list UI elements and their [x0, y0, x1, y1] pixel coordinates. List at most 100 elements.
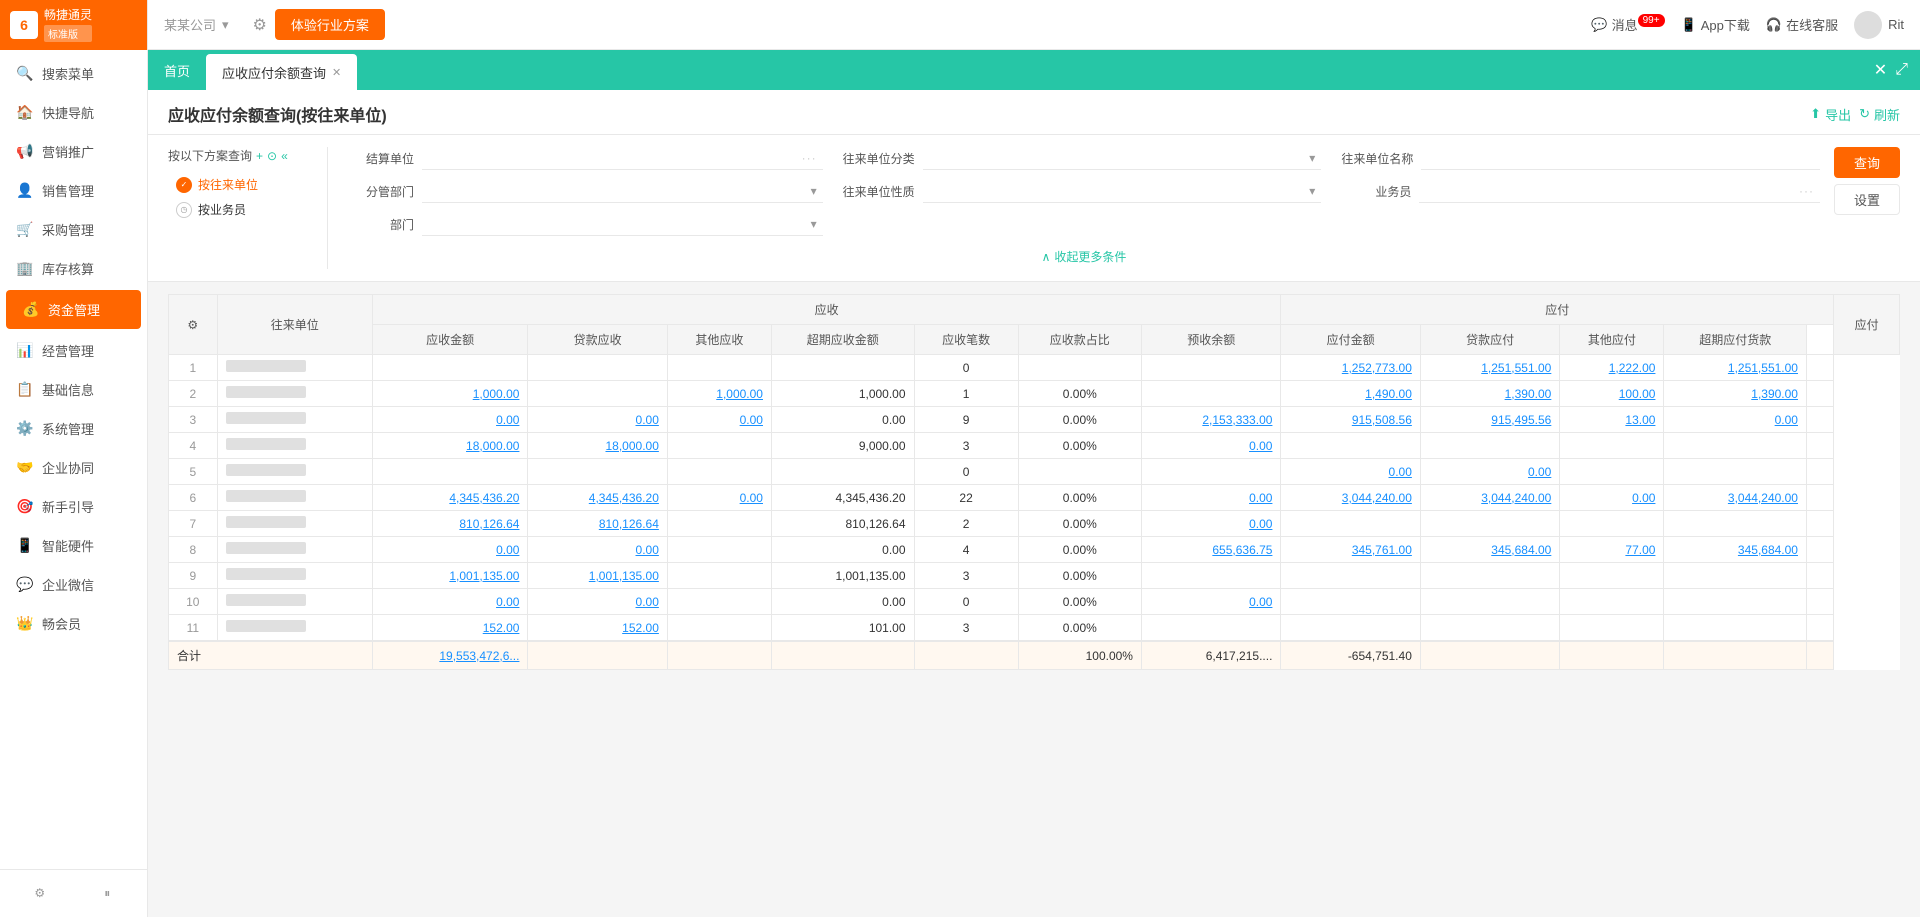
sidebar-item-basic-info[interactable]: 📋基础信息	[0, 370, 147, 409]
cell-link[interactable]: 77.00	[1560, 537, 1664, 563]
sidebar-item-system[interactable]: ⚙️系统管理	[0, 409, 147, 448]
sidebar-item-search-menu[interactable]: 🔍搜索菜单	[0, 54, 147, 93]
cell-link[interactable]: 0.00	[372, 537, 527, 563]
sidebar-item-operations[interactable]: 📊经营管理	[0, 331, 147, 370]
cell-link[interactable]: 1,001,135.00	[528, 563, 667, 589]
sidebar-collapse-btn[interactable]: ⏸	[78, 880, 138, 907]
cell-link[interactable]: 1,251,551.00	[1664, 355, 1807, 381]
scheme-collapse-icon[interactable]: «	[281, 149, 288, 163]
cell-link[interactable]: 345,684.00	[1420, 537, 1559, 563]
sidebar-settings-btn[interactable]: ⚙	[10, 880, 70, 907]
cell-link[interactable]: 1,222.00	[1560, 355, 1664, 381]
cell-link[interactable]: 3,044,240.00	[1664, 485, 1807, 511]
cell-link[interactable]: 1,000.00	[372, 381, 527, 407]
tab-home[interactable]: 首页	[148, 50, 206, 90]
salesman-input[interactable]: ···	[1419, 180, 1820, 203]
cell-link[interactable]: 1,001,135.00	[372, 563, 527, 589]
sidebar-item-member[interactable]: 👑畅会员	[0, 604, 147, 643]
settlement-unit-input[interactable]: ···	[422, 147, 823, 170]
col-group-receivable: 应收	[372, 295, 1280, 325]
cell-ar-ratio: 0.00%	[1018, 433, 1141, 459]
sidebar-item-sales[interactable]: 👤销售管理	[0, 171, 147, 210]
partner-category-input[interactable]: ▾	[923, 147, 1322, 170]
collapse-more-btn[interactable]: ∧ 收起更多条件	[344, 244, 1900, 269]
cell-link[interactable]: 0.00	[1664, 407, 1807, 433]
cell-link[interactable]: 4,345,436.20	[372, 485, 527, 511]
user-profile[interactable]: Rit	[1854, 11, 1904, 39]
cell-link[interactable]: 810,126.64	[372, 511, 527, 537]
cell-link[interactable]: 1,390.00	[1420, 381, 1559, 407]
cell-link[interactable]: 0.00	[528, 407, 667, 433]
cell-link[interactable]: 1,490.00	[1281, 381, 1420, 407]
cell-link[interactable]: 4,345,436.20	[528, 485, 667, 511]
table-settings-icon[interactable]: ⚙	[187, 318, 198, 332]
export-btn[interactable]: ⬆ 导出	[1810, 105, 1851, 124]
cell-link[interactable]: 2,153,333.00	[1141, 407, 1280, 433]
scheme-by-partner[interactable]: ✓ 按往来单位	[168, 172, 315, 197]
total-ar-amount[interactable]: 19,553,472,6...	[372, 641, 527, 670]
industry-solution-btn[interactable]: 体验行业方案	[275, 9, 385, 40]
cell-link[interactable]: 915,508.56	[1281, 407, 1420, 433]
cell-link[interactable]: 0.00	[1141, 485, 1280, 511]
cell-link[interactable]: 0.00	[372, 589, 527, 615]
scheme-settings-icon[interactable]: ⊙	[267, 149, 277, 163]
breadcrumb-chevron[interactable]: ▾	[222, 17, 229, 33]
cell-link[interactable]: 1,252,773.00	[1281, 355, 1420, 381]
partner-name-input[interactable]	[1421, 147, 1820, 170]
scheme-by-salesman[interactable]: ◷ 按业务员	[168, 197, 315, 222]
tab-ar-ap[interactable]: 应收应付余额查询 ✕	[206, 54, 357, 90]
cell-link[interactable]: 100.00	[1560, 381, 1664, 407]
cell-link[interactable]: 915,495.56	[1420, 407, 1559, 433]
partner-nature-input[interactable]: ▾	[923, 180, 1322, 203]
cell-link[interactable]: 810,126.64	[528, 511, 667, 537]
cell-link[interactable]: 0.00	[1141, 433, 1280, 459]
cell-link[interactable]: 0.00	[372, 407, 527, 433]
messages-btn[interactable]: 💬 消息 99+	[1591, 15, 1664, 34]
window-expand-btn[interactable]: ⤢	[1895, 61, 1908, 79]
cell-link[interactable]: 0.00	[528, 589, 667, 615]
cell-link[interactable]: 3,044,240.00	[1420, 485, 1559, 511]
cell-link[interactable]: 3,044,240.00	[1281, 485, 1420, 511]
settings-button[interactable]: 设置	[1834, 184, 1900, 215]
scheme-add-icon[interactable]: +	[256, 149, 263, 163]
sidebar-item-purchase[interactable]: 🛒采购管理	[0, 210, 147, 249]
online-service-btn[interactable]: 🎧 在线客服	[1766, 15, 1838, 34]
cell-link[interactable]: 0.00	[667, 485, 771, 511]
cell-link[interactable]: 152.00	[528, 615, 667, 642]
col-settings[interactable]: ⚙	[169, 295, 218, 355]
cell-link[interactable]: 18,000.00	[372, 433, 527, 459]
cell-link[interactable]: 0.00	[1281, 459, 1420, 485]
sidebar-item-guide[interactable]: 🎯新手引导	[0, 487, 147, 526]
app-download-btn[interactable]: 📱 App下载	[1681, 15, 1750, 34]
cell-link[interactable]: 0.00	[1560, 485, 1664, 511]
cell-link[interactable]: 0.00	[667, 407, 771, 433]
cell-link[interactable]: 345,761.00	[1281, 537, 1420, 563]
cell-link[interactable]: 152.00	[372, 615, 527, 642]
cell-link[interactable]: 0.00	[528, 537, 667, 563]
cell-link[interactable]: 655,636.75	[1141, 537, 1280, 563]
sidebar-item-marketing[interactable]: 📢营销推广	[0, 132, 147, 171]
cell-link[interactable]: 1,000.00	[667, 381, 771, 407]
sidebar-item-wechat[interactable]: 💬企业微信	[0, 565, 147, 604]
dept-manager-input[interactable]: ▾	[422, 180, 823, 203]
sidebar-item-inventory[interactable]: 🏢库存核算	[0, 249, 147, 288]
dept-input[interactable]: ▾	[422, 213, 823, 236]
cell-link[interactable]: 345,684.00	[1664, 537, 1807, 563]
cell-link[interactable]: 13.00	[1560, 407, 1664, 433]
cell-link[interactable]: 18,000.00	[528, 433, 667, 459]
sidebar-item-quick-nav[interactable]: 🏠快捷导航	[0, 93, 147, 132]
sidebar-label-wechat: 企业微信	[42, 575, 94, 594]
refresh-btn[interactable]: ↻ 刷新	[1859, 105, 1900, 124]
topbar-settings-icon[interactable]: ⚙	[253, 15, 267, 35]
cell-link[interactable]: 0.00	[1141, 589, 1280, 615]
sidebar-item-finance[interactable]: 💰资金管理	[6, 290, 141, 329]
cell-link[interactable]: 0.00	[1141, 511, 1280, 537]
query-button[interactable]: 查询	[1834, 147, 1900, 178]
sidebar-item-enterprise[interactable]: 🤝企业协同	[0, 448, 147, 487]
tab-ar-ap-close[interactable]: ✕	[332, 66, 341, 79]
window-close-btn[interactable]: ✕	[1874, 60, 1887, 80]
sidebar-item-hardware[interactable]: 📱智能硬件	[0, 526, 147, 565]
cell-link[interactable]: 1,251,551.00	[1420, 355, 1559, 381]
cell-link[interactable]: 0.00	[1420, 459, 1559, 485]
cell-link[interactable]: 1,390.00	[1664, 381, 1807, 407]
